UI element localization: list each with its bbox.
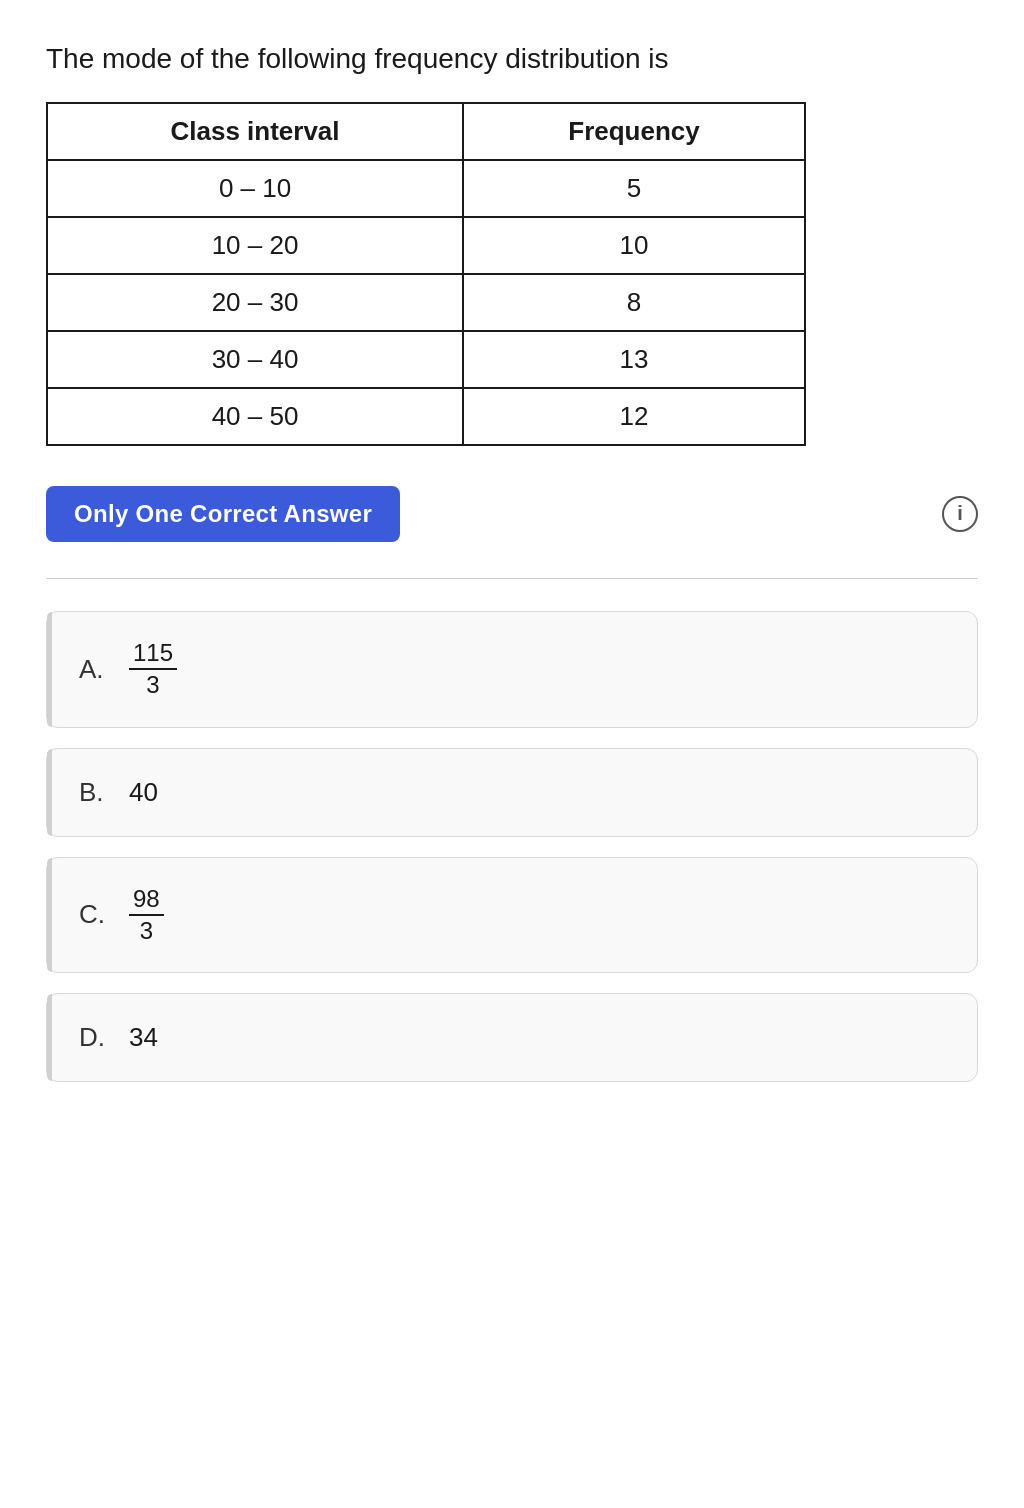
cell-frequency: 8 bbox=[463, 274, 805, 331]
numerator: 115 bbox=[129, 640, 177, 670]
denominator: 3 bbox=[136, 916, 157, 944]
table-row: 0 – 10 5 bbox=[47, 160, 805, 217]
col-header-interval: Class interval bbox=[47, 103, 463, 160]
fraction: 98 3 bbox=[129, 886, 164, 945]
option-label-1: B. bbox=[79, 777, 129, 808]
only-one-correct-badge: Only One Correct Answer bbox=[46, 486, 400, 542]
option-value-0: 115 3 bbox=[129, 640, 177, 699]
cell-interval: 30 – 40 bbox=[47, 331, 463, 388]
table-row: 30 – 40 13 bbox=[47, 331, 805, 388]
frequency-table: Class interval Frequency 0 – 10 5 10 – 2… bbox=[46, 102, 806, 446]
fraction: 115 3 bbox=[129, 640, 177, 699]
cell-interval: 40 – 50 bbox=[47, 388, 463, 445]
question-text: The mode of the following frequency dist… bbox=[46, 40, 978, 78]
option-card-b[interactable]: B.40 bbox=[46, 748, 978, 837]
cell-interval: 20 – 30 bbox=[47, 274, 463, 331]
option-value-1: 40 bbox=[129, 777, 158, 808]
col-header-frequency: Frequency bbox=[463, 103, 805, 160]
cell-interval: 10 – 20 bbox=[47, 217, 463, 274]
cell-interval: 0 – 10 bbox=[47, 160, 463, 217]
badge-row: Only One Correct Answer i bbox=[46, 486, 978, 542]
info-icon[interactable]: i bbox=[942, 496, 978, 532]
option-card-c[interactable]: C. 98 3 bbox=[46, 857, 978, 974]
option-card-a[interactable]: A. 115 3 bbox=[46, 611, 978, 728]
table-row: 40 – 50 12 bbox=[47, 388, 805, 445]
cell-frequency: 12 bbox=[463, 388, 805, 445]
option-value-2: 98 3 bbox=[129, 886, 164, 945]
option-value-3: 34 bbox=[129, 1022, 158, 1053]
table-row: 10 – 20 10 bbox=[47, 217, 805, 274]
table-row: 20 – 30 8 bbox=[47, 274, 805, 331]
divider bbox=[46, 578, 978, 579]
option-label-3: D. bbox=[79, 1022, 129, 1053]
cell-frequency: 10 bbox=[463, 217, 805, 274]
numerator: 98 bbox=[129, 886, 164, 916]
cell-frequency: 5 bbox=[463, 160, 805, 217]
option-label-0: A. bbox=[79, 654, 129, 685]
denominator: 3 bbox=[142, 670, 163, 698]
option-label-2: C. bbox=[79, 899, 129, 930]
cell-frequency: 13 bbox=[463, 331, 805, 388]
option-card-d[interactable]: D.34 bbox=[46, 993, 978, 1082]
options-container: A. 115 3 B.40 C. 98 3 D.34 bbox=[46, 611, 978, 1083]
